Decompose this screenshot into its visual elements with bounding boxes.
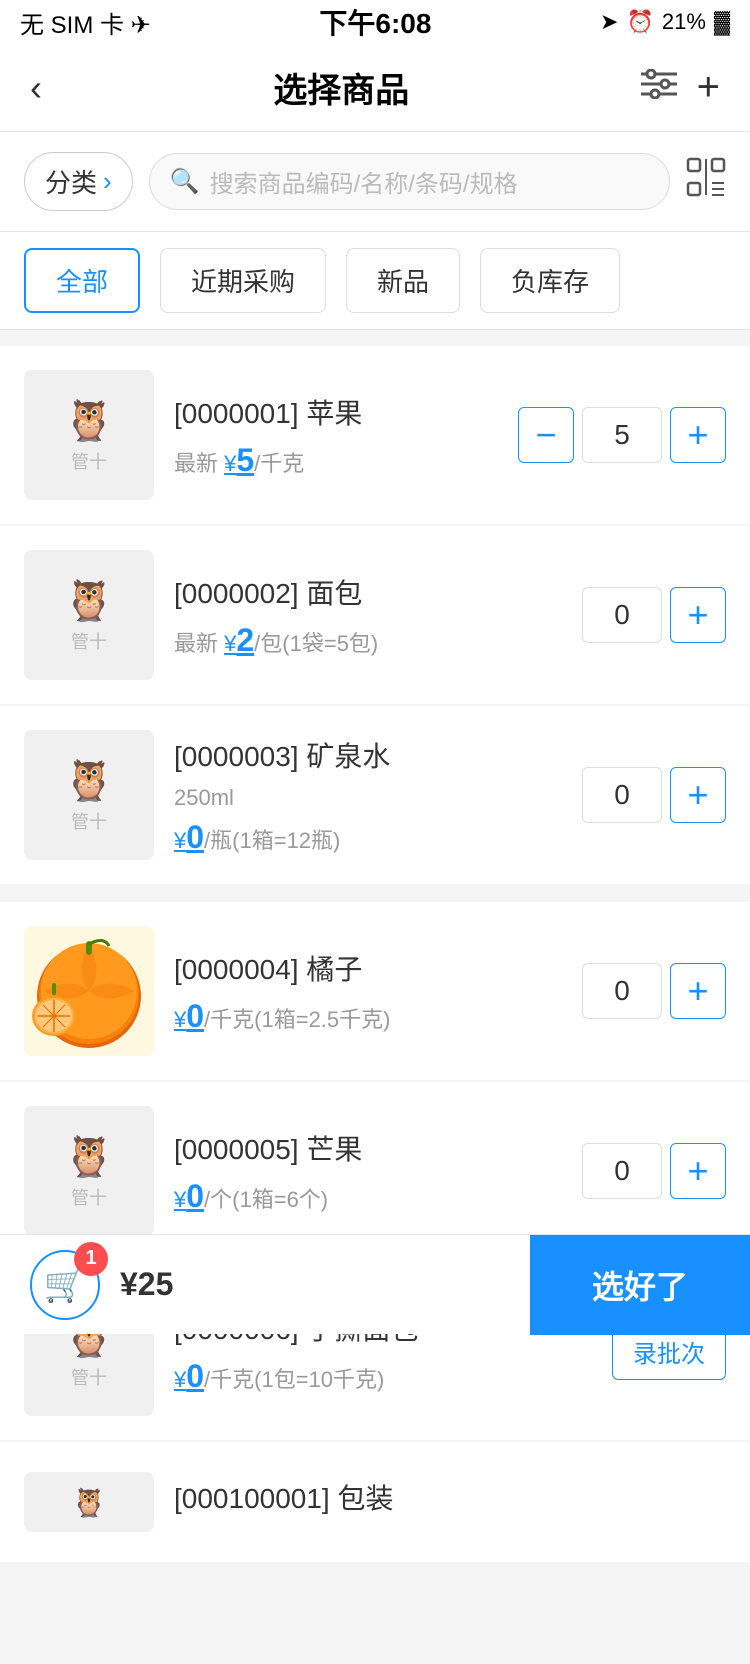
back-button[interactable]: ‹ [30,67,42,109]
qty-control-0000002: + [518,587,726,643]
owl-icon: 🦉 [64,397,114,444]
product-name: [0000002] 面包 [174,572,498,612]
product-name: [0000001] 苹果 [174,392,498,432]
product-price: ¥0/千克(1包=10千克) [174,1358,592,1395]
status-bar: 无 SIM 卡 ✈ 下午6:08 ➤ ⏰ 21% ▓ [0,0,750,44]
product-image-0000001: 🦉 管十 [24,370,154,500]
owl-icon: 🦉 [64,757,114,804]
filter-bar: 分类 › 🔍 搜索商品编码/名称/条码/规格 [0,132,750,232]
qty-input[interactable] [582,1143,662,1199]
product-info-0000002: [0000002] 面包 最新 ¥2/包(1袋=5包) [174,572,498,659]
qty-minus-button[interactable]: − [518,407,574,463]
bottom-bar: 🛒 1 ¥25 选好了 [0,1234,750,1334]
tab-recent[interactable]: 近期采购 [160,248,326,313]
section-divider [0,886,750,902]
cart-section: 🛒 1 ¥25 [0,1250,530,1320]
qty-plus-button[interactable]: + [670,963,726,1019]
product-list: 🦉 管十 [0000001] 苹果 最新 ¥5/千克 − + 🦉 管十 [000… [0,346,750,1562]
qty-plus-button[interactable]: + [670,407,726,463]
qty-input[interactable] [582,587,662,643]
filter-button[interactable] [641,69,677,107]
qty-control-0000004: + [518,963,726,1019]
product-price: 最新 ¥5/千克 [174,442,498,479]
qty-plus-button[interactable]: + [670,1143,726,1199]
qty-control-0000003: + [518,767,726,823]
owl-icon: 🦉 [72,1486,107,1519]
list-item: 🦉 [000100001] 包装 [0,1442,750,1562]
qty-plus-button[interactable]: + [670,767,726,823]
product-price: ¥0/个(1箱=6个) [174,1178,498,1215]
add-button[interactable]: + [697,65,720,110]
battery-status: 21% [662,9,706,35]
product-info-0000003: [0000003] 矿泉水 250ml ¥0/瓶(1箱=12瓶) [174,735,498,856]
category-button[interactable]: 分类 › [24,152,133,211]
product-price: 最新 ¥2/包(1袋=5包) [174,622,498,659]
confirm-button[interactable]: 选好了 [530,1235,750,1335]
list-item: 🦉 管十 [0000002] 面包 最新 ¥2/包(1袋=5包) + [0,526,750,704]
cart-total: ¥25 [120,1266,173,1303]
owl-icon: 🦉 [64,1133,114,1180]
status-time: 下午6:08 [319,2,431,42]
list-item: [0000004] 橘子 ¥0/千克(1箱=2.5千克) + [0,902,750,1080]
status-left: 无 SIM 卡 ✈ [20,5,151,40]
location-icon: ➤ [600,9,618,35]
battery-icon: ▓ [714,9,730,35]
product-info-0000001: [0000001] 苹果 最新 ¥5/千克 [174,392,498,479]
product-image-0000002: 🦉 管十 [24,550,154,680]
status-right: ➤ ⏰ 21% ▓ [600,9,730,35]
product-spec: 250ml [174,785,498,811]
cart-icon-wrap[interactable]: 🛒 1 [30,1250,100,1320]
product-info-0000005: [0000005] 芒果 ¥0/个(1箱=6个) [174,1128,498,1215]
qty-control-0000001: − + [518,407,726,463]
qty-input[interactable] [582,407,662,463]
section-divider [0,330,750,346]
product-price: ¥0/千克(1箱=2.5千克) [174,998,498,1035]
list-item: 🦉 管十 [0000001] 苹果 最新 ¥5/千克 − + [0,346,750,524]
sim-status: 无 SIM 卡 ✈ [20,5,151,40]
search-box[interactable]: 🔍 搜索商品编码/名称/条码/规格 [149,153,670,210]
list-item: 🦉 管十 [0000003] 矿泉水 250ml ¥0/瓶(1箱=12瓶) + [0,706,750,884]
alarm-icon: ⏰ [626,9,653,35]
search-icon: 🔍 [170,167,200,196]
product-name: [000100001] 包装 [174,1477,726,1517]
product-image-000100001: 🦉 [24,1472,154,1532]
nav-bar: ‹ 选择商品 + [0,44,750,132]
qty-input[interactable] [582,963,662,1019]
product-info-000100001: [000100001] 包装 [174,1477,726,1527]
bottom-spacer [0,1564,750,1664]
product-info-0000004: [0000004] 橘子 ¥0/千克(1箱=2.5千克) [174,948,498,1035]
product-image-0000004 [24,926,154,1056]
product-name: [0000003] 矿泉水 [174,735,498,775]
tab-bar: 全部 近期采购 新品 负库存 [0,232,750,330]
scan-button[interactable] [686,157,726,206]
page-title: 选择商品 [273,63,409,112]
tab-all[interactable]: 全部 [24,248,140,313]
product-name: [0000004] 橘子 [174,948,498,988]
product-image-0000003: 🦉 管十 [24,730,154,860]
tab-negative-stock[interactable]: 负库存 [480,248,620,313]
product-name: [0000005] 芒果 [174,1128,498,1168]
qty-plus-button[interactable]: + [670,587,726,643]
qty-input[interactable] [582,767,662,823]
qty-control-0000005: + [518,1143,726,1199]
product-image-0000005: 🦉 管十 [24,1106,154,1236]
owl-icon: 🦉 [64,577,114,624]
search-placeholder: 搜索商品编码/名称/条码/规格 [210,164,518,199]
product-price: ¥0/瓶(1箱=12瓶) [174,819,498,856]
tab-new[interactable]: 新品 [346,248,460,313]
nav-actions: + [641,65,720,110]
cart-badge: 1 [74,1242,108,1276]
